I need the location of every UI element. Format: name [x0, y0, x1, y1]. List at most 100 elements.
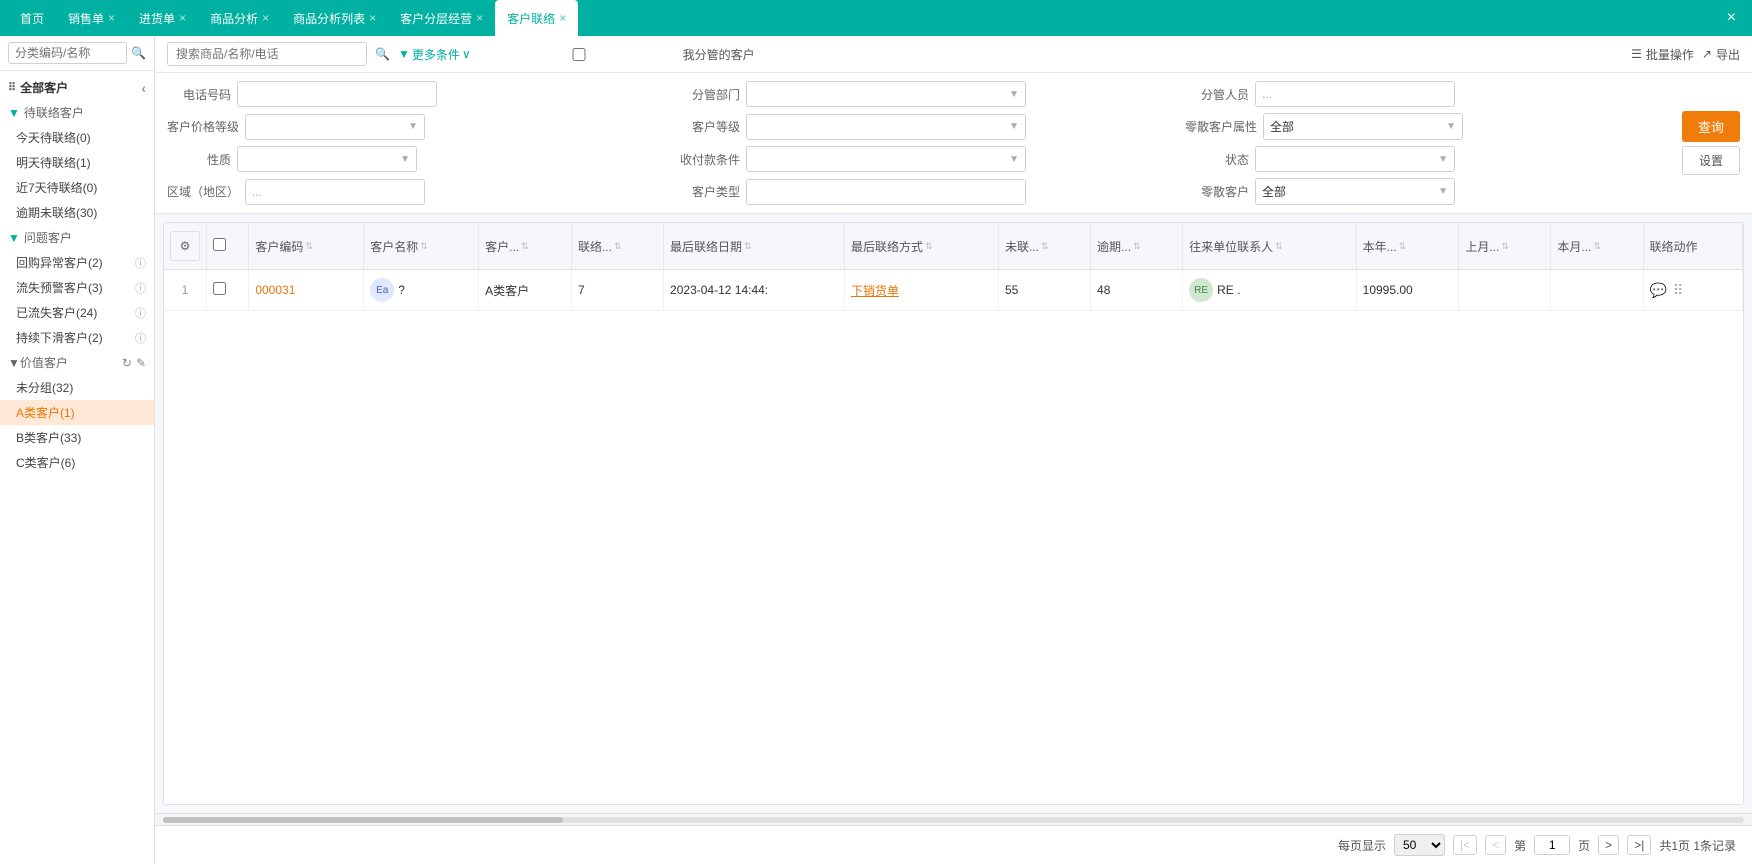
nav-customer-seg-close[interactable]: × [476, 11, 483, 25]
th-overdue[interactable]: 逾期...⇅ [1091, 223, 1183, 270]
sidebar-item-ungroup[interactable]: 未分组(32) [0, 375, 154, 400]
row-checkbox[interactable] [213, 282, 226, 295]
my-customers-checkbox-label[interactable]: 我分管的客户 [479, 46, 755, 63]
phone-input[interactable] [237, 81, 437, 107]
th-no-contact[interactable]: 未联...⇅ [998, 223, 1090, 270]
sidebar-item-c-class[interactable]: C类客户(6) [0, 450, 154, 475]
last-page-btn[interactable]: >| [1627, 835, 1651, 855]
nav-product-list-close[interactable]: × [369, 11, 376, 25]
sidebar-item-a-class[interactable]: A类客户(1) [0, 400, 154, 425]
nav-product-list[interactable]: 商品分析列表 × [281, 0, 388, 36]
nav-purchase-close[interactable]: × [179, 11, 186, 25]
sidebar-item-overdue[interactable]: 逾期未联络(30) [0, 200, 154, 225]
customer-level-select[interactable]: ▼ [746, 114, 1026, 140]
region-input[interactable]: ... [245, 179, 425, 205]
prev-page-btn[interactable]: < [1485, 835, 1506, 855]
sidebar-search-input[interactable] [8, 42, 127, 64]
my-customers-checkbox[interactable] [479, 48, 679, 61]
td-checkbox[interactable] [207, 270, 249, 311]
filter-scattered-customer: 零散客户 全部 ▼ [1185, 178, 1674, 205]
price-level-select[interactable]: ▼ [245, 114, 425, 140]
th-contact-count[interactable]: 联络...⇅ [571, 223, 663, 270]
nav-purchase[interactable]: 进货单 × [127, 0, 198, 36]
th-last-contact-date[interactable]: 最后联络日期⇅ [664, 223, 845, 270]
sidebar-item-abnormal[interactable]: 回购异常客户(2) ⓘ [0, 250, 154, 275]
sidebar-search-icon[interactable]: 🔍 [131, 46, 146, 60]
group-value-customers-header[interactable]: ▼ 价值客户 ↻ ✎ [0, 350, 154, 375]
settings-button[interactable]: 设置 [1682, 146, 1740, 175]
th-last-contact-method[interactable]: 最后联络方式⇅ [844, 223, 998, 270]
last-contact-link[interactable]: 下销货单 [851, 284, 899, 298]
nav-sales-close[interactable]: × [108, 11, 115, 25]
page-size-select[interactable]: 50 100 [1394, 834, 1445, 856]
query-button[interactable]: 查询 [1682, 111, 1740, 142]
refresh-icon[interactable]: ↻ [122, 356, 132, 370]
sidebar-item-tomorrow[interactable]: 明天待联络(1) [0, 150, 154, 175]
th-code[interactable]: 客户编码⇅ [249, 223, 364, 270]
dept-select[interactable]: ▼ [746, 81, 1026, 107]
sidebar-item-declining[interactable]: 持续下滑客户(2) ⓘ [0, 325, 154, 350]
filter-customer-type: 客户类型 [676, 179, 1165, 205]
sidebar-item-today[interactable]: 今天待联络(0) [0, 125, 154, 150]
th-contact-person[interactable]: 往来单位联系人⇅ [1183, 223, 1357, 270]
nature-select[interactable]: ▼ [237, 146, 417, 172]
sidebar-collapse-btn[interactable]: ‹ [141, 80, 146, 96]
next-page-btn[interactable]: > [1598, 835, 1619, 855]
sidebar-item-churn-warning[interactable]: 流失预警客户(3) ⓘ [0, 275, 154, 300]
th-customer-type[interactable]: 客户...⇅ [479, 223, 572, 270]
search-input[interactable] [167, 42, 367, 66]
settings-gear-icon[interactable]: ⚙ [170, 231, 200, 261]
nav-customer-contact[interactable]: 客户联络 × [495, 0, 578, 36]
customer-type-input[interactable] [746, 179, 1026, 205]
status-caret: ▼ [1438, 154, 1448, 165]
scattered-attr-select[interactable]: 全部 ▼ [1263, 113, 1463, 140]
search-button[interactable]: 🔍 [375, 47, 390, 61]
nav-sales[interactable]: 销售单 × [56, 0, 127, 36]
select-all-checkbox[interactable] [213, 238, 226, 251]
td-last-contact-date: 2023-04-12 14:44: [664, 270, 845, 311]
scrollbar-thumb[interactable] [163, 817, 563, 823]
person-input[interactable]: ... [1255, 81, 1455, 107]
payment-select[interactable]: ▼ [746, 146, 1026, 172]
nav-customer-seg[interactable]: 客户分层经营 × [388, 0, 495, 36]
scattered-attr-caret: ▼ [1446, 121, 1456, 132]
filter-customer-level: 客户等级 ▼ [676, 114, 1165, 140]
all-customers-header[interactable]: ⠿ 全部客户 ‹ [0, 71, 154, 100]
nav-customer-contact-close[interactable]: × [559, 11, 566, 25]
group-problem-customers[interactable]: ▼ 问题客户 [0, 225, 154, 250]
sidebar-item-churned[interactable]: 已流失客户(24) ⓘ [0, 300, 154, 325]
page-number-input[interactable] [1534, 835, 1570, 855]
first-page-btn[interactable]: |< [1453, 835, 1477, 855]
batch-op-button[interactable]: ☰ 批量操作 [1631, 46, 1694, 63]
edit-icon[interactable]: ✎ [136, 356, 146, 370]
horizontal-scrollbar[interactable] [155, 813, 1752, 825]
td-actions: 💬 ⠿ [1643, 270, 1742, 311]
chat-icon[interactable]: 💬 [1650, 282, 1667, 299]
status-select[interactable]: ▼ [1255, 146, 1455, 172]
th-last-month[interactable]: 上月...⇅ [1459, 223, 1551, 270]
th-name[interactable]: 客户名称⇅ [364, 223, 479, 270]
th-checkbox[interactable] [207, 223, 249, 270]
contact-person-name: RE . [1217, 283, 1240, 297]
scattered-customer-select[interactable]: 全部 ▼ [1255, 178, 1455, 205]
sidebar-item-7days[interactable]: 近7天待联络(0) [0, 175, 154, 200]
td-code[interactable]: 000031 [249, 270, 364, 311]
window-close[interactable]: × [1719, 9, 1744, 27]
td-name[interactable]: Ea ? [364, 270, 479, 311]
td-last-contact-method[interactable]: 下销货单 [844, 270, 998, 311]
data-table-container: ⚙ 客户编码⇅ 客户名称⇅ 客户...⇅ [163, 222, 1744, 805]
filter-region: 区域（地区） ... [167, 179, 656, 205]
nav-product-analysis-close[interactable]: × [262, 11, 269, 25]
group-pending-contact[interactable]: ▼ 待联络客户 [0, 100, 154, 125]
payment-caret: ▼ [1009, 154, 1019, 165]
qr-icon[interactable]: ⠿ [1673, 282, 1683, 299]
export-button[interactable]: ↗ 导出 [1702, 46, 1740, 63]
th-this-year[interactable]: 本年...⇅ [1356, 223, 1459, 270]
customer-avatar: Ea [370, 278, 394, 302]
th-this-month[interactable]: 本月...⇅ [1551, 223, 1643, 270]
sidebar-item-b-class[interactable]: B类客户(33) [0, 425, 154, 450]
more-filters-button[interactable]: ▼ 更多条件 ∨ [398, 46, 471, 63]
nav-home[interactable]: 首页 [8, 0, 56, 36]
nav-product-analysis[interactable]: 商品分析 × [198, 0, 281, 36]
th-settings[interactable]: ⚙ [164, 223, 207, 270]
